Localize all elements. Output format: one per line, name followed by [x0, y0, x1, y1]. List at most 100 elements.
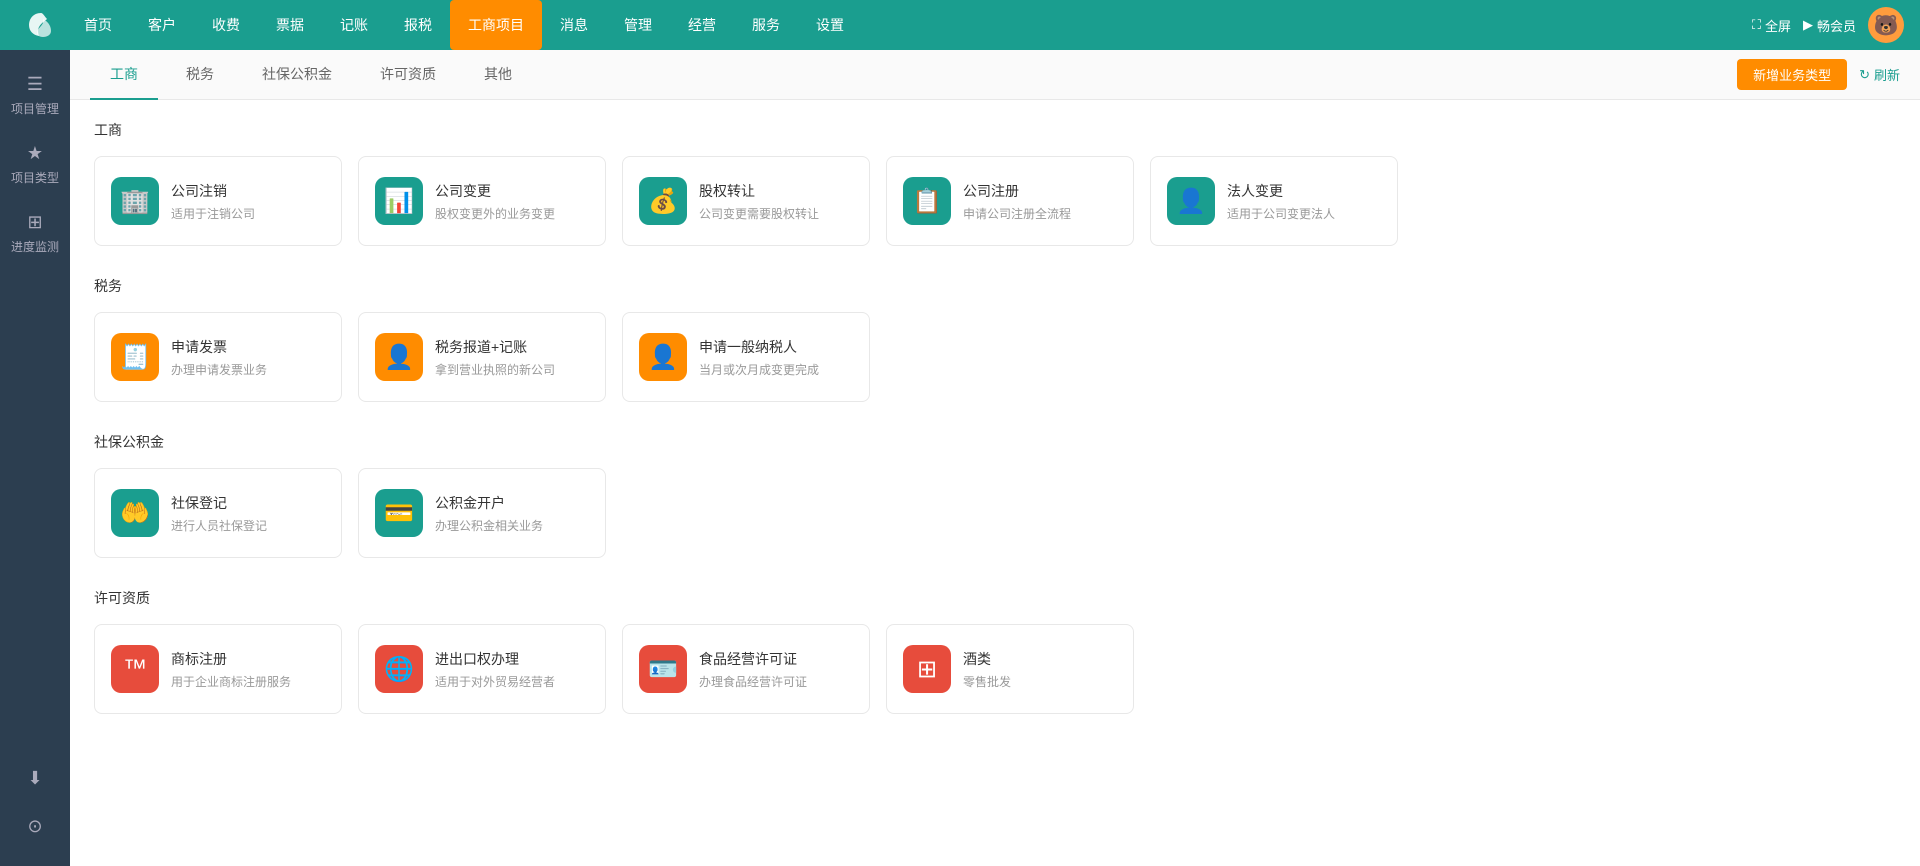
card-legal-change-text: 法人变更 适用于公司变更法人 — [1227, 181, 1335, 222]
section-social-security: 社保公积金 🤲 社保登记 进行人员社保登记 💳 公积金开户 办理公积金 — [94, 432, 1896, 558]
social-security-card-grid: 🤲 社保登记 进行人员社保登记 💳 公积金开户 办理公积金相关业务 — [94, 468, 1896, 558]
card-trademark-text: 商标注册 用于企业商标注册服务 — [171, 649, 291, 690]
import-export-icon: 🌐 — [375, 645, 423, 693]
nav-message[interactable]: 消息 — [542, 0, 606, 50]
industry-card-grid: 🏢 公司注销 适用于注销公司 📊 公司变更 股权变更外的业务变更 — [94, 156, 1896, 246]
section-license: 许可资质 ™ 商标注册 用于企业商标注册服务 🌐 进出口权办理 适用于对 — [94, 588, 1896, 714]
card-equity-transfer[interactable]: 💰 股权转让 公司变更需要股权转让 — [622, 156, 870, 246]
card-company-register[interactable]: 📋 公司注册 申请公司注册全流程 — [886, 156, 1134, 246]
project-type-icon: ★ — [23, 141, 47, 165]
tab-social-security[interactable]: 社保公积金 — [242, 50, 352, 100]
nav-right-actions: ⛶ 全屏 ▶ 畅会员 🐻 — [1752, 7, 1904, 43]
food-license-icon: 🪪 — [639, 645, 687, 693]
section-social-security-title: 社保公积金 — [94, 432, 1896, 452]
sidebar-item-progress-monitor[interactable]: ⊞ 进度监测 — [0, 198, 70, 267]
sidebar-item-project-type[interactable]: ★ 项目类型 — [0, 129, 70, 198]
card-food-license-text: 食品经营许可证 办理食品经营许可证 — [699, 649, 807, 690]
card-trademark[interactable]: ™ 商标注册 用于企业商标注册服务 — [94, 624, 342, 714]
sidebar-item-project-management[interactable]: ☰ 项目管理 — [0, 60, 70, 129]
vip-icon: ▶ — [1803, 17, 1813, 33]
card-company-change[interactable]: 📊 公司变更 股权变更外的业务变更 — [358, 156, 606, 246]
card-alcohol[interactable]: ⊞ 酒类 零售批发 — [886, 624, 1134, 714]
card-provident-fund[interactable]: 💳 公积金开户 办理公积金相关业务 — [358, 468, 606, 558]
card-food-license[interactable]: 🪪 食品经营许可证 办理食品经营许可证 — [622, 624, 870, 714]
card-company-register-text: 公司注册 申请公司注册全流程 — [963, 181, 1071, 222]
top-navigation: 首页 客户 收费 票据 记账 报税 工商项目 消息 管理 经营 服务 设置 ⛶ … — [0, 0, 1920, 50]
card-tax-bookkeep[interactable]: 👤 税务报道+记账 拿到营业执照的新公司 — [358, 312, 606, 402]
card-import-export-text: 进出口权办理 适用于对外贸易经营者 — [435, 649, 555, 690]
tabs-bar: 工商 税务 社保公积金 许可资质 其他 新增业务类型 ↻ 刷新 — [70, 50, 1920, 100]
card-tax-bookkeep-text: 税务报道+记账 拿到营业执照的新公司 — [435, 337, 555, 378]
fullscreen-button[interactable]: ⛶ 全屏 — [1752, 16, 1791, 35]
card-import-export[interactable]: 🌐 进出口权办理 适用于对外贸易经营者 — [358, 624, 606, 714]
card-company-change-text: 公司变更 股权变更外的业务变更 — [435, 181, 555, 222]
section-license-title: 许可资质 — [94, 588, 1896, 608]
nav-manage[interactable]: 管理 — [606, 0, 670, 50]
trademark-icon: ™ — [111, 645, 159, 693]
user-avatar[interactable]: 🐻 — [1868, 7, 1904, 43]
nav-customer[interactable]: 客户 — [130, 0, 194, 50]
sidebar: ☰ 项目管理 ★ 项目类型 ⊞ 进度监测 ⬇ ⊙ — [0, 50, 70, 866]
logo — [16, 9, 66, 41]
fullscreen-icon: ⛶ — [1752, 17, 1761, 33]
card-alcohol-text: 酒类 零售批发 — [963, 649, 1011, 690]
sidebar-item-download[interactable]: ⬇ — [0, 754, 70, 802]
nav-invoice[interactable]: 票据 — [258, 0, 322, 50]
card-equity-transfer-text: 股权转让 公司变更需要股权转让 — [699, 181, 819, 222]
invoice-apply-icon: 🧾 — [111, 333, 159, 381]
tax-bookkeep-icon: 👤 — [375, 333, 423, 381]
card-social-insurance-text: 社保登记 进行人员社保登记 — [171, 493, 267, 534]
tab-industry-commerce[interactable]: 工商 — [90, 50, 158, 100]
progress-monitor-icon: ⊞ — [23, 210, 47, 234]
card-legal-change[interactable]: 👤 法人变更 适用于公司变更法人 — [1150, 156, 1398, 246]
card-general-taxpayer[interactable]: 👤 申请一般纳税人 当月或次月成变更完成 — [622, 312, 870, 402]
new-type-button[interactable]: 新增业务类型 — [1737, 59, 1847, 90]
card-company-cancel-text: 公司注销 适用于注销公司 — [171, 181, 255, 222]
sidebar-item-support[interactable]: ⊙ — [0, 802, 70, 850]
main-layout: ☰ 项目管理 ★ 项目类型 ⊞ 进度监测 ⬇ ⊙ 工商 税务 社保公积金 许可资… — [0, 50, 1920, 866]
content-area: 工商 税务 社保公积金 许可资质 其他 新增业务类型 ↻ 刷新 工商 🏢 — [70, 50, 1920, 866]
social-insurance-icon: 🤲 — [111, 489, 159, 537]
nav-menu: 首页 客户 收费 票据 记账 报税 工商项目 消息 管理 经营 服务 设置 — [66, 0, 1752, 50]
scrollable-content: 工商 🏢 公司注销 适用于注销公司 📊 公司变更 股权变更外的业务变更 — [70, 100, 1920, 866]
refresh-button[interactable]: ↻ 刷新 — [1859, 65, 1900, 84]
download-icon: ⬇ — [23, 766, 47, 790]
support-icon: ⊙ — [23, 814, 47, 838]
section-tax: 税务 🧾 申请发票 办理申请发票业务 👤 税务报道+记账 拿到营业执照 — [94, 276, 1896, 402]
general-taxpayer-icon: 👤 — [639, 333, 687, 381]
section-industry-title: 工商 — [94, 120, 1896, 140]
alcohol-icon: ⊞ — [903, 645, 951, 693]
nav-operation[interactable]: 经营 — [670, 0, 734, 50]
nav-fee[interactable]: 收费 — [194, 0, 258, 50]
card-invoice-apply[interactable]: 🧾 申请发票 办理申请发票业务 — [94, 312, 342, 402]
company-change-icon: 📊 — [375, 177, 423, 225]
card-invoice-apply-text: 申请发票 办理申请发票业务 — [171, 337, 267, 378]
tabs-actions: 新增业务类型 ↻ 刷新 — [1737, 59, 1900, 90]
tab-tax[interactable]: 税务 — [166, 50, 234, 100]
nav-service[interactable]: 服务 — [734, 0, 798, 50]
tab-other[interactable]: 其他 — [464, 50, 532, 100]
card-provident-fund-text: 公积金开户 办理公积金相关业务 — [435, 493, 543, 534]
sidebar-bottom: ⬇ ⊙ — [0, 754, 70, 866]
card-company-cancel[interactable]: 🏢 公司注销 适用于注销公司 — [94, 156, 342, 246]
company-cancel-icon: 🏢 — [111, 177, 159, 225]
equity-transfer-icon: 💰 — [639, 177, 687, 225]
vip-button[interactable]: ▶ 畅会员 — [1803, 16, 1856, 35]
provident-fund-icon: 💳 — [375, 489, 423, 537]
legal-change-icon: 👤 — [1167, 177, 1215, 225]
refresh-icon: ↻ — [1859, 67, 1870, 83]
company-register-icon: 📋 — [903, 177, 951, 225]
nav-bookkeep[interactable]: 记账 — [322, 0, 386, 50]
nav-report[interactable]: 报税 — [386, 0, 450, 50]
tab-license[interactable]: 许可资质 — [360, 50, 456, 100]
license-card-grid: ™ 商标注册 用于企业商标注册服务 🌐 进出口权办理 适用于对外贸易经营者 — [94, 624, 1896, 714]
tax-card-grid: 🧾 申请发票 办理申请发票业务 👤 税务报道+记账 拿到营业执照的新公司 — [94, 312, 1896, 402]
card-general-taxpayer-text: 申请一般纳税人 当月或次月成变更完成 — [699, 337, 819, 378]
project-management-icon: ☰ — [23, 72, 47, 96]
nav-home[interactable]: 首页 — [66, 0, 130, 50]
nav-settings[interactable]: 设置 — [798, 0, 862, 50]
section-industry: 工商 🏢 公司注销 适用于注销公司 📊 公司变更 股权变更外的业务变更 — [94, 120, 1896, 246]
nav-industry[interactable]: 工商项目 — [450, 0, 542, 50]
section-tax-title: 税务 — [94, 276, 1896, 296]
card-social-insurance[interactable]: 🤲 社保登记 进行人员社保登记 — [94, 468, 342, 558]
